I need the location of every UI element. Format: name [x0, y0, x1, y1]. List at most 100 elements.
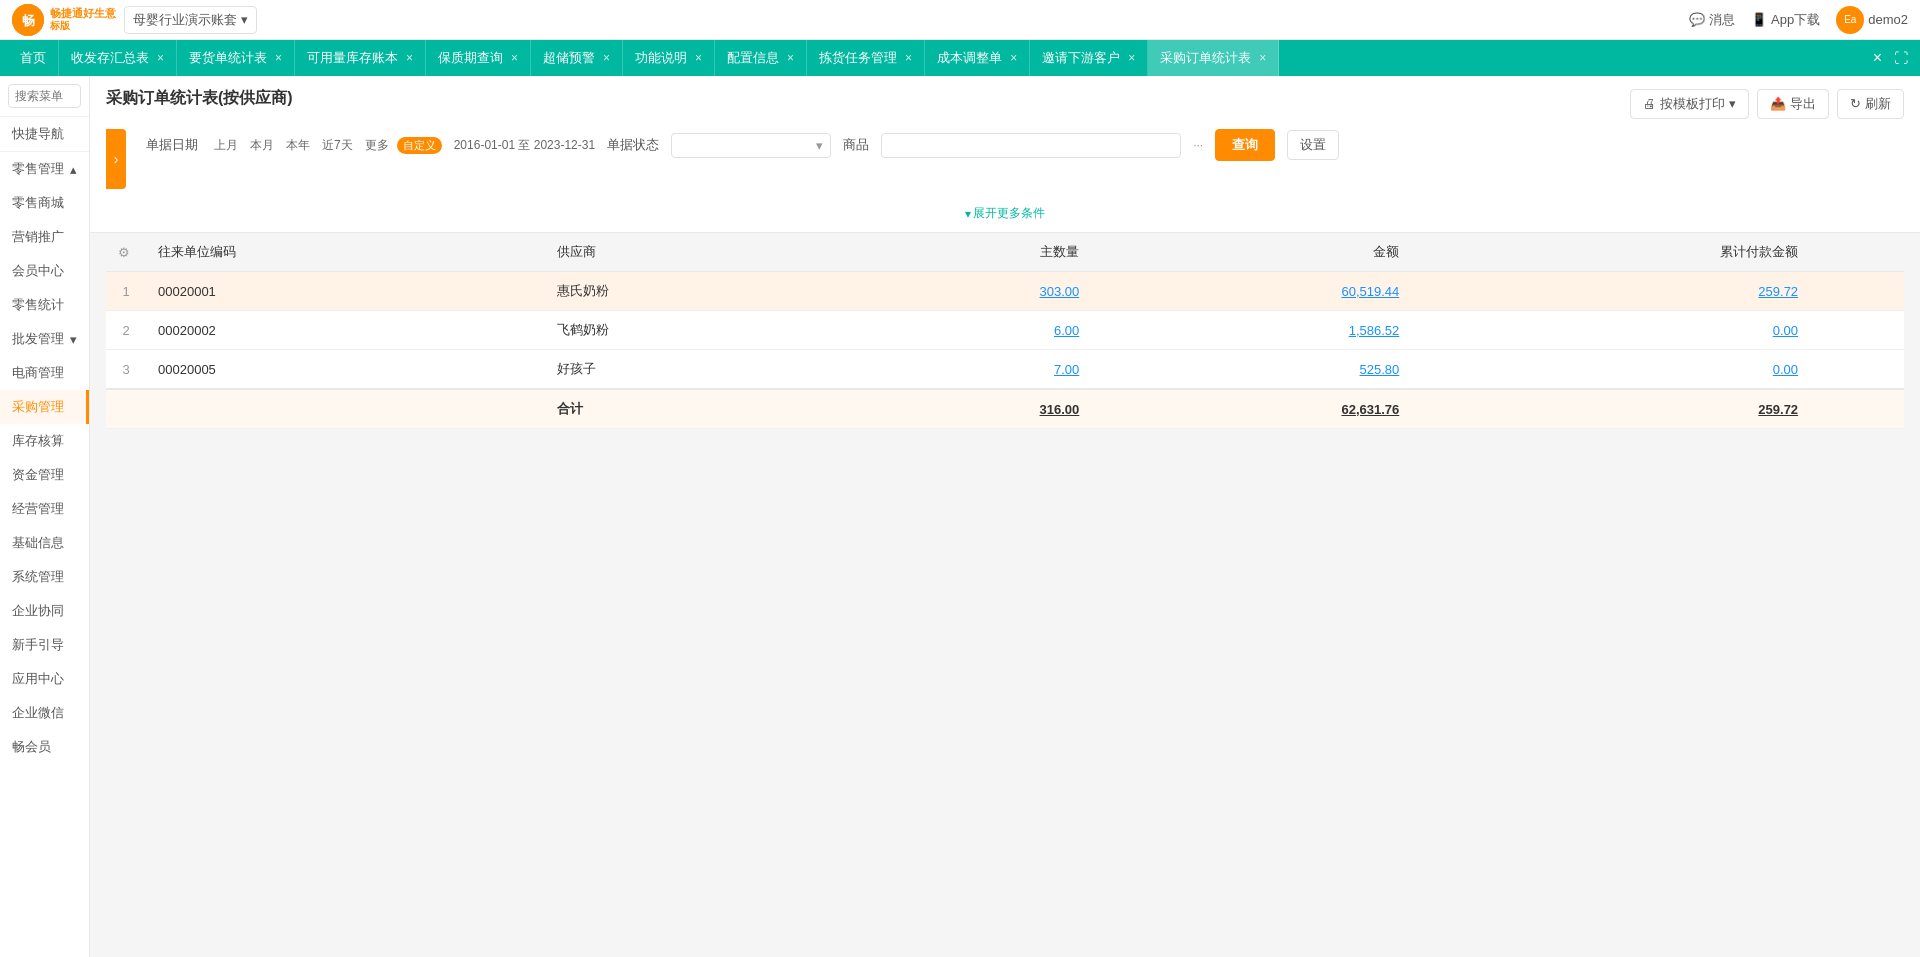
shortcut-this-year[interactable]: 本年	[282, 135, 314, 156]
close-icon[interactable]: ×	[511, 51, 518, 65]
page-title: 采购订单统计表(按供应商)	[106, 88, 293, 109]
app-download-button[interactable]: 📱 App下载	[1751, 11, 1820, 29]
tab-yaoqingXiayou[interactable]: 邀请下游客户 ×	[1030, 40, 1148, 76]
tab-gongnengShuoming[interactable]: 功能说明 ×	[623, 40, 715, 76]
table-container: ⚙ 往来单位编码 供应商 主数量 金额 累计付款金额 1 00020001	[90, 233, 1920, 957]
close-icon[interactable]: ×	[1010, 51, 1017, 65]
footer-amount: 62,631.76	[1091, 389, 1411, 429]
row-amount[interactable]: 1,586.52	[1091, 311, 1411, 350]
svg-text:畅: 畅	[22, 13, 35, 28]
refresh-button[interactable]: ↻ 刷新	[1837, 89, 1904, 119]
close-all-tabs-button[interactable]: ×	[1869, 45, 1886, 71]
sidebar-item-qiye-weixin[interactable]: 企业微信	[0, 696, 89, 730]
table-row[interactable]: 3 00020005 好孩子 7.00 525.80 0.00	[106, 350, 1904, 390]
table-row[interactable]: 1 00020001 惠氏奶粉 303.00 60,519.44 259.72	[106, 272, 1904, 311]
tab-shoufaHuizong[interactable]: 收发存汇总表 ×	[59, 40, 177, 76]
print-button[interactable]: 🖨 按模板打印 ▾	[1630, 89, 1749, 119]
filter-row: › 单据日期 上月 本月 本年 近7天 更多 自定义 2016-01-01 至 …	[106, 129, 1904, 189]
row-paid[interactable]: 0.00	[1411, 350, 1810, 390]
status-label: 单据状态	[607, 136, 659, 154]
sidebar-item-caigou[interactable]: 采购管理	[0, 390, 89, 424]
row-index: 3	[106, 350, 146, 390]
tab-paiHuo[interactable]: 拣货任务管理 ×	[807, 40, 925, 76]
tab-peizhiXinxi[interactable]: 配置信息 ×	[715, 40, 807, 76]
more-options-button[interactable]: ···	[1193, 138, 1203, 152]
row-paid[interactable]: 0.00	[1411, 311, 1810, 350]
query-button[interactable]: 查询	[1215, 129, 1275, 161]
row-index: 2	[106, 311, 146, 350]
message-icon: 💬	[1689, 12, 1705, 27]
sidebar-item-chang-huiyuan[interactable]: 畅会员	[0, 730, 89, 764]
date-shortcuts: 上月 本月 本年 近7天 更多 自定义	[210, 135, 442, 156]
tab-chengBen[interactable]: 成本调整单 ×	[925, 40, 1030, 76]
tab-yaohuoDan[interactable]: 要货单统计表 ×	[177, 40, 295, 76]
close-icon[interactable]: ×	[275, 51, 282, 65]
app-icon: 📱	[1751, 12, 1767, 27]
tab-chaoChu[interactable]: 超储预警 ×	[531, 40, 623, 76]
sidebar-item-lingshou[interactable]: 零售管理 ▴	[0, 152, 89, 186]
shortcut-7days[interactable]: 近7天	[318, 135, 357, 156]
filter-fields: 单据日期 上月 本月 本年 近7天 更多 自定义 2016-01-01 至 20…	[146, 129, 1904, 161]
row-extra	[1810, 272, 1904, 311]
tab-baozhi[interactable]: 保质期查询 ×	[426, 40, 531, 76]
filter-toggle-button[interactable]: ›	[106, 129, 126, 189]
sidebar-item-yingyong[interactable]: 应用中心	[0, 662, 89, 696]
close-icon[interactable]: ×	[905, 51, 912, 65]
row-qty[interactable]: 6.00	[842, 311, 1091, 350]
company-selector[interactable]: 母婴行业演示账套 ▾	[124, 6, 257, 34]
table-header: ⚙ 往来单位编码 供应商 主数量 金额 累计付款金额	[106, 233, 1904, 272]
shortcut-more[interactable]: 更多	[361, 135, 393, 156]
sidebar-item-xinshou[interactable]: 新手引导	[0, 628, 89, 662]
settings-button[interactable]: 设置	[1287, 130, 1339, 160]
fullscreen-button[interactable]: ⛶	[1890, 46, 1912, 70]
close-icon[interactable]: ×	[157, 51, 164, 65]
header-toolbar: 🖨 按模板打印 ▾ 📤 导出 ↻ 刷新	[1630, 89, 1904, 119]
expand-button[interactable]: ▾ 展开更多条件	[957, 201, 1053, 226]
sidebar-item-qiye-xietong[interactable]: 企业协同	[0, 594, 89, 628]
sidebar-item-lingshou-tongji[interactable]: 零售统计	[0, 288, 89, 322]
row-amount[interactable]: 525.80	[1091, 350, 1411, 390]
logo-icon: 畅	[12, 4, 44, 36]
row-qty[interactable]: 303.00	[842, 272, 1091, 311]
sidebar-item-kucun[interactable]: 库存核算	[0, 424, 89, 458]
logo-area: 畅 畅捷通好生意 标版	[12, 4, 116, 36]
shortcut-last-month[interactable]: 上月	[210, 135, 242, 156]
close-icon[interactable]: ×	[695, 51, 702, 65]
sidebar-item-jichu[interactable]: 基础信息	[0, 526, 89, 560]
sidebar-item-shortcut[interactable]: 快捷导航	[0, 117, 89, 151]
row-amount[interactable]: 60,519.44	[1091, 272, 1411, 311]
sidebar-item-pifa[interactable]: 批发管理 ▾	[0, 322, 89, 356]
avatar: Ea	[1836, 6, 1864, 34]
goods-input[interactable]	[881, 133, 1181, 158]
export-button[interactable]: 📤 导出	[1757, 89, 1829, 119]
sidebar-item-yingxiao[interactable]: 营销推广	[0, 220, 89, 254]
tab-caigouTongji[interactable]: 采购订单统计表 ×	[1148, 40, 1279, 76]
sidebar-item-huiyuan[interactable]: 会员中心	[0, 254, 89, 288]
chevron-down-icon: ▾	[1729, 96, 1736, 111]
close-icon[interactable]: ×	[787, 51, 794, 65]
close-icon[interactable]: ×	[406, 51, 413, 65]
sidebar-item-shangcheng[interactable]: 零售商城	[0, 186, 89, 220]
search-input[interactable]	[8, 84, 81, 108]
close-icon[interactable]: ×	[1259, 51, 1266, 65]
sidebar-item-zijin[interactable]: 资金管理	[0, 458, 89, 492]
top-bar-right: 💬 消息 📱 App下载 Ea demo2	[1689, 6, 1908, 34]
row-paid[interactable]: 259.72	[1411, 272, 1810, 311]
message-button[interactable]: 💬 消息	[1689, 11, 1735, 29]
column-settings-icon[interactable]: ⚙	[118, 245, 130, 260]
row-qty[interactable]: 7.00	[842, 350, 1091, 390]
status-select[interactable]	[671, 133, 831, 158]
shortcut-this-month[interactable]: 本月	[246, 135, 278, 156]
user-menu[interactable]: Ea demo2	[1836, 6, 1908, 34]
close-icon[interactable]: ×	[1128, 51, 1135, 65]
tab-home[interactable]: 首页	[8, 40, 59, 76]
sidebar-item-xitong[interactable]: 系统管理	[0, 560, 89, 594]
table-row[interactable]: 2 00020002 飞鹤奶粉 6.00 1,586.52 0.00	[106, 311, 1904, 350]
sidebar-item-jingying[interactable]: 经营管理	[0, 492, 89, 526]
content-area: 采购订单统计表(按供应商) 🖨 按模板打印 ▾ 📤 导出 ↻ 刷新	[90, 76, 1920, 957]
date-label: 单据日期	[146, 136, 198, 154]
close-icon[interactable]: ×	[603, 51, 610, 65]
custom-date-tag[interactable]: 自定义	[397, 137, 442, 154]
tab-keyongLiang[interactable]: 可用量库存账本 ×	[295, 40, 426, 76]
sidebar-item-dianshang[interactable]: 电商管理	[0, 356, 89, 390]
